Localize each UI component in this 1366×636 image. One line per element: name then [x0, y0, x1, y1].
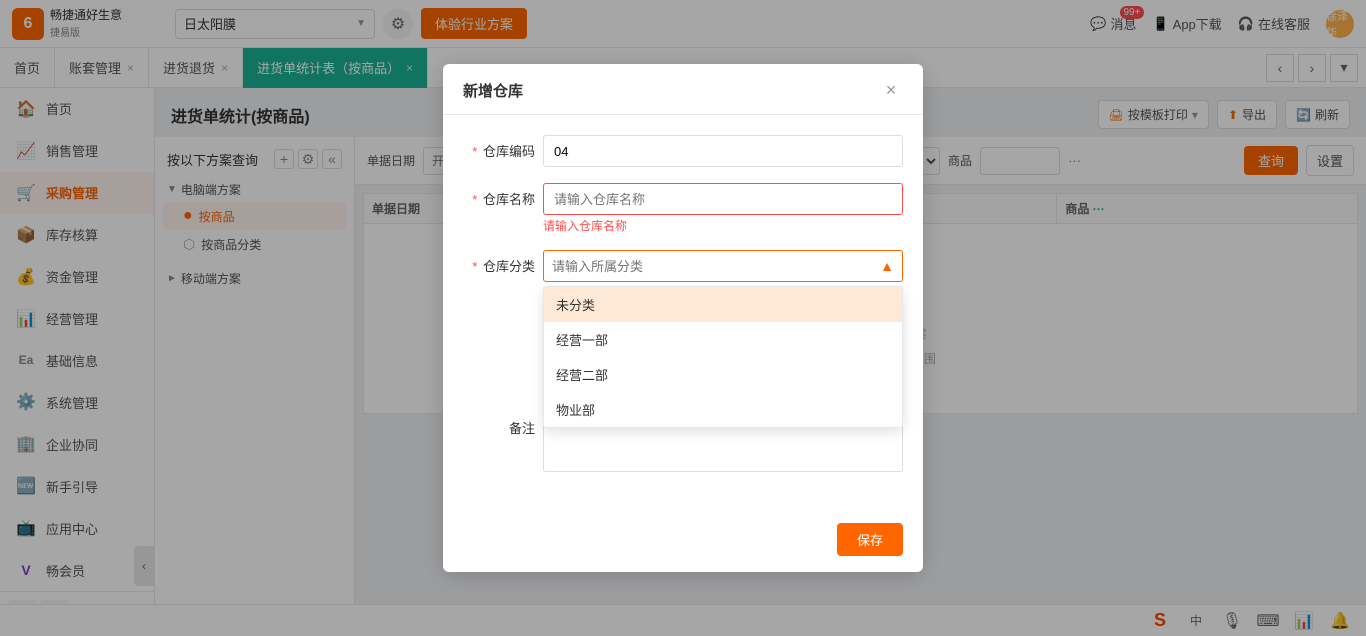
form-row-category: * 仓库分类 ▲ 未分类 经营一部 经营二部 物业部	[463, 250, 903, 282]
name-input[interactable]	[543, 183, 903, 215]
dropdown-item-none[interactable]: 未分类	[544, 287, 902, 322]
code-label: * 仓库编码	[463, 135, 543, 160]
dropdown-item-property[interactable]: 物业部	[544, 392, 902, 427]
category-input[interactable]	[552, 259, 880, 274]
modal-body: * 仓库编码 * 仓库名称 请输入仓库名称	[443, 115, 923, 511]
form-row-name: * 仓库名称 请输入仓库名称	[463, 183, 903, 234]
required-star-name: *	[472, 192, 477, 207]
required-star-code: *	[472, 144, 477, 159]
modal-close-btn[interactable]: ×	[879, 78, 903, 102]
category-dropdown-trigger[interactable]: ▲	[543, 250, 903, 282]
code-input[interactable]	[543, 135, 903, 167]
notes-label: 备注	[463, 412, 543, 437]
dropdown-item-biz2[interactable]: 经营二部	[544, 357, 902, 392]
form-row-code: * 仓库编码	[463, 135, 903, 167]
modal-title: 新增仓库	[463, 80, 523, 101]
modal-overlay: 新增仓库 × * 仓库编码 * 仓库名称	[0, 0, 1366, 636]
category-field: ▲ 未分类 经营一部 经营二部 物业部	[543, 250, 903, 282]
name-field: 请输入仓库名称	[543, 183, 903, 234]
name-label: * 仓库名称	[463, 183, 543, 208]
save-btn[interactable]: 保存	[837, 523, 903, 556]
new-warehouse-modal: 新增仓库 × * 仓库编码 * 仓库名称	[443, 64, 923, 572]
category-label: * 仓库分类	[463, 250, 543, 275]
category-dropdown-list: 未分类 经营一部 经营二部 物业部	[543, 286, 903, 428]
required-star-category: *	[472, 259, 477, 274]
modal-footer: 保存	[443, 511, 923, 572]
name-error: 请输入仓库名称	[543, 217, 903, 234]
modal-header: 新增仓库 ×	[443, 64, 923, 115]
dropdown-item-biz1[interactable]: 经营一部	[544, 322, 902, 357]
category-dropdown-arrow[interactable]: ▲	[880, 258, 894, 274]
code-field	[543, 135, 903, 167]
